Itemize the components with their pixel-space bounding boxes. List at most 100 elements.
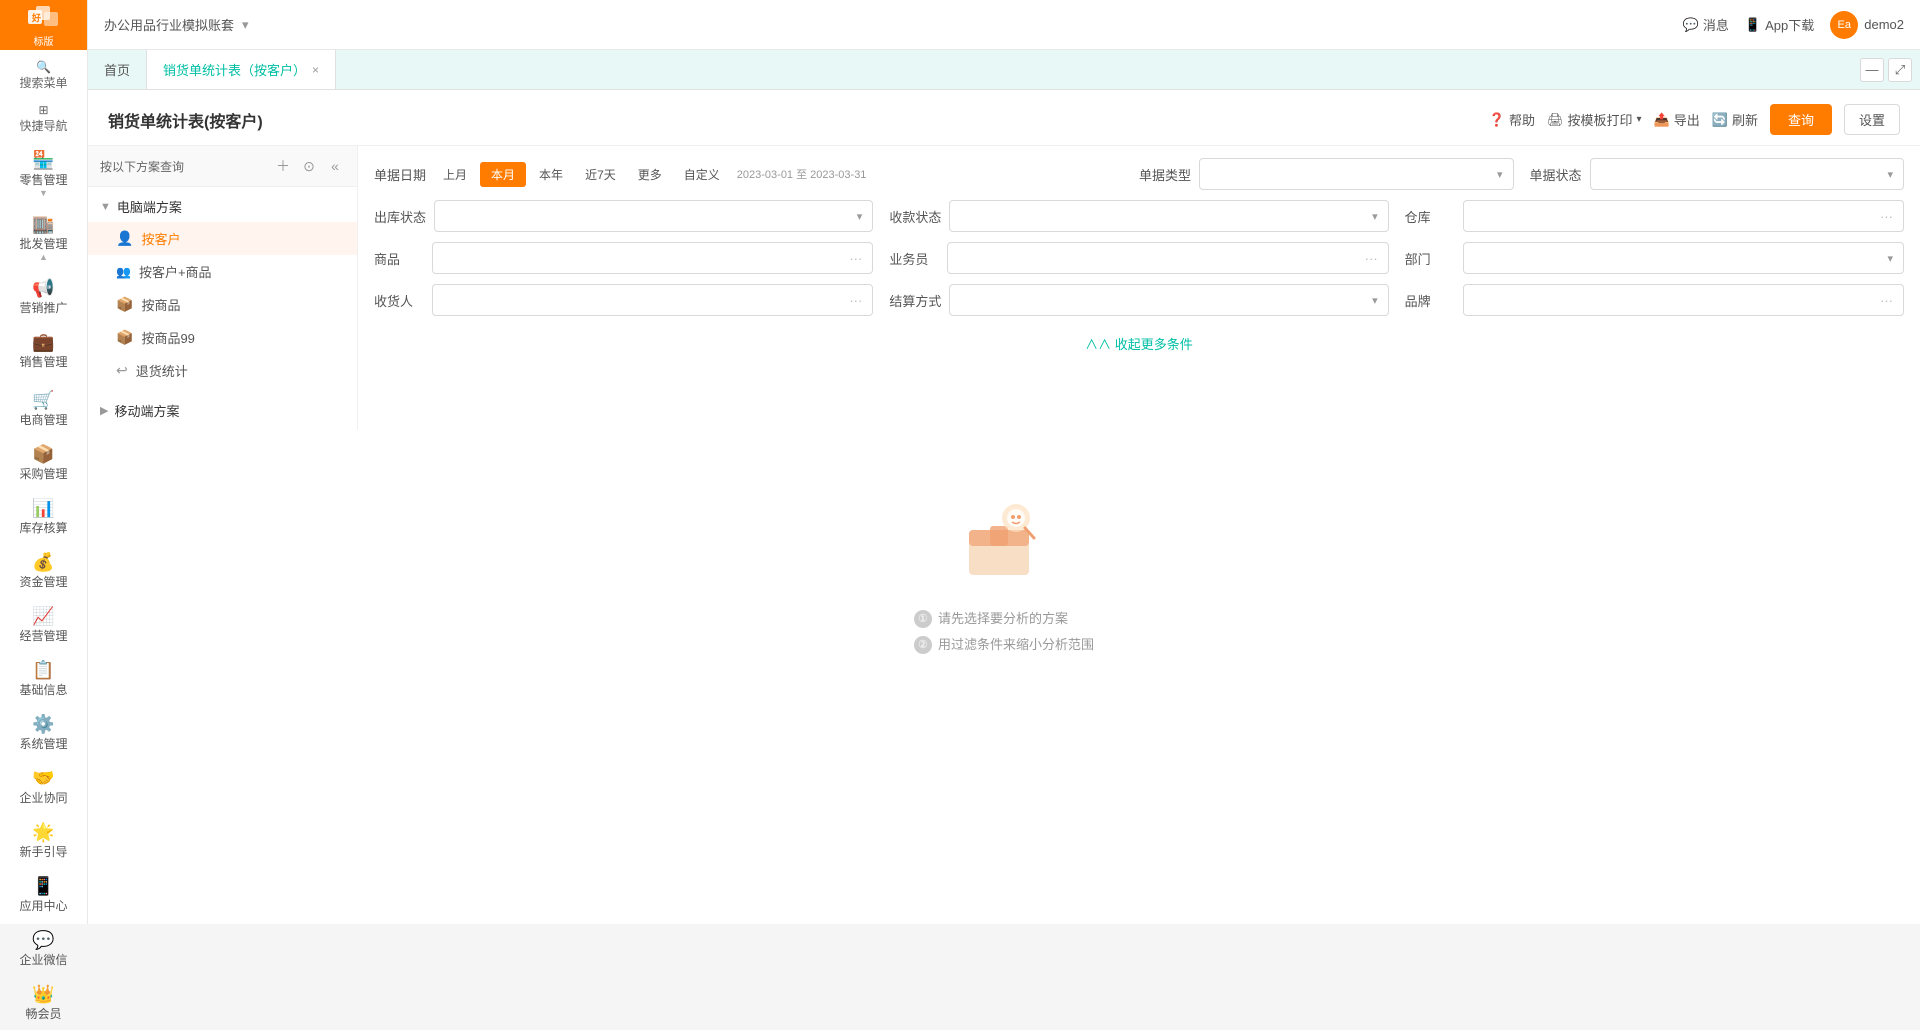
scheme-item-customer-product[interactable]: 👥 按客户+商品	[88, 255, 357, 288]
dept-arrow-icon: ▾	[1887, 252, 1893, 265]
date-btn-this-month[interactable]: 本月	[480, 162, 526, 187]
filter-out-status-item: 出库状态 ▾	[374, 200, 873, 232]
sidebar-wholesale-label: 批发管理	[19, 235, 67, 252]
product-input[interactable]: ···	[432, 242, 873, 274]
payment-dropdown[interactable]: ▾	[949, 284, 1388, 316]
sidebar-item-ecommerce[interactable]: 🛒 电商管理	[0, 382, 87, 436]
user-info[interactable]: Ea demo2	[1830, 11, 1904, 39]
scheme-group-pc-title[interactable]: ▼ 电脑端方案	[88, 191, 357, 222]
date-btn-7days[interactable]: 近7天	[576, 162, 625, 187]
logo-icon: 好	[26, 2, 62, 32]
scheme-item-return-stats[interactable]: ↩ 退货统计	[88, 354, 357, 387]
filter-date-item: 单据日期 上月 本月 本年 近7天 更多 自定义 2023-03-01 至 20…	[374, 162, 1123, 187]
collect-status-dropdown[interactable]: ▾	[949, 200, 1388, 232]
refresh-button[interactable]: 🔄 刷新	[1712, 110, 1758, 129]
help-button[interactable]: ❓ 帮助	[1489, 110, 1535, 129]
scheme-item-product99[interactable]: 📦 按商品99	[88, 321, 357, 354]
app-download-label: App下载	[1765, 15, 1814, 34]
avatar: Ea	[1830, 11, 1858, 39]
finance-icon: 💰	[32, 552, 54, 573]
tab-maximize-button[interactable]: ⤢	[1888, 58, 1912, 82]
filter-doc-type-item: 单据类型 ▾	[1139, 158, 1514, 190]
doc-status-dropdown[interactable]: ▾	[1590, 158, 1904, 190]
product-dots-icon: ···	[849, 251, 862, 266]
sidebar-item-wechat[interactable]: 💬 企业微信	[0, 922, 87, 976]
vip-icon: 👑	[32, 984, 54, 1005]
date-btn-this-year[interactable]: 本年	[530, 162, 572, 187]
industry-dropdown-icon[interactable]: ▾	[242, 17, 249, 33]
scheme-settings-button[interactable]: ⊙	[299, 156, 319, 176]
date-btn-last-month[interactable]: 上月	[434, 162, 476, 187]
template-print-button[interactable]: 🖨 按模板打印 ▾	[1547, 110, 1642, 129]
warehouse-dots-icon: ···	[1880, 209, 1893, 224]
sidebar-item-appcenter[interactable]: 📱 应用中心	[0, 868, 87, 922]
sidebar-item-finance[interactable]: 💰 资金管理	[0, 544, 87, 598]
settings-button[interactable]: 设置	[1844, 104, 1900, 135]
tab-bar-right: — ⤢	[1860, 58, 1920, 82]
date-btn-custom[interactable]: 自定义	[675, 162, 729, 187]
warehouse-input[interactable]: ···	[1463, 200, 1904, 232]
minimize-icon: —	[1866, 62, 1879, 77]
dept-dropdown[interactable]: ▾	[1463, 242, 1904, 274]
sidebar-newbie-label: 新手引导	[19, 843, 67, 860]
scheme-collapse-button[interactable]: «	[325, 156, 345, 176]
receiver-input[interactable]: ···	[432, 284, 873, 316]
sidebar-item-wholesale[interactable]: 🏬 批发管理 ▲	[0, 206, 87, 270]
doc-status-label: 单据状态	[1530, 165, 1582, 184]
sidebar-basic-label: 基础信息	[19, 681, 67, 698]
empty-state-hints: ① 请先选择要分析的方案 ② 用过滤条件来缩小分析范围	[914, 606, 1094, 658]
grid-icon: ⊞	[0, 103, 87, 117]
sidebar-item-basic[interactable]: 📋 基础信息	[0, 652, 87, 706]
wholesale-icon: 🏬	[32, 214, 54, 235]
tab-close-button[interactable]: ×	[312, 63, 319, 77]
out-status-arrow-icon: ▾	[857, 210, 863, 223]
sidebar-inventory-label: 库存核算	[19, 519, 67, 536]
scheme-group-mobile-title[interactable]: ▶ 移动端方案	[88, 395, 357, 426]
sidebar-item-inventory[interactable]: 📊 库存核算	[0, 490, 87, 544]
brand-input[interactable]: ···	[1463, 284, 1904, 316]
tab-minimize-button[interactable]: —	[1860, 58, 1884, 82]
date-btn-more[interactable]: 更多	[629, 162, 671, 187]
scheme-item-by-customer[interactable]: 👤 按客户	[88, 222, 357, 255]
sidebar-item-enterprise[interactable]: 🤝 企业协同	[0, 760, 87, 814]
scheme-add-button[interactable]: ＋	[273, 156, 293, 176]
retail-icon: 🏪	[32, 150, 54, 171]
doc-type-dropdown[interactable]: ▾	[1199, 158, 1513, 190]
mobile-arrow-icon: ▶	[100, 404, 108, 417]
salesperson-label: 业务员	[889, 249, 939, 268]
sidebar-sales-label: 销售管理	[19, 353, 67, 370]
out-status-dropdown[interactable]: ▾	[434, 200, 873, 232]
top-header: 办公用品行业模拟账套 ▾ 💬 消息 📱 App下载 Ea demo2	[88, 0, 1920, 50]
scheme-item-by-product[interactable]: 📦 按商品	[88, 288, 357, 321]
sidebar-item-operations[interactable]: 📈 经营管理	[0, 598, 87, 652]
app-download-button[interactable]: 📱 App下载	[1745, 15, 1814, 34]
sidebar-item-system[interactable]: ⚙️ 系统管理	[0, 706, 87, 760]
tab-active[interactable]: 销货单统计表（按客户） ×	[147, 50, 336, 89]
tab-home[interactable]: 首页	[88, 50, 147, 89]
scheme-group-mobile: ▶ 移动端方案	[88, 391, 357, 430]
salesperson-input[interactable]: ···	[947, 242, 1388, 274]
export-button[interactable]: 📤 导出	[1654, 110, 1700, 129]
collapse-row[interactable]: ∧∧ 收起更多条件	[374, 326, 1904, 361]
date-label: 单据日期	[374, 165, 426, 184]
sidebar-quick-nav[interactable]: ⊞ 快捷导航	[0, 97, 87, 138]
sidebar-item-newbie[interactable]: 🌟 新手引导	[0, 814, 87, 868]
sidebar-search-item[interactable]: 🔍 搜索菜单	[0, 50, 87, 97]
page-content: 销货单统计表(按客户) ❓ 帮助 🖨 按模板打印 ▾ 📤 导出 🔄 刷新	[88, 90, 1920, 924]
message-button[interactable]: 💬 消息	[1683, 15, 1729, 34]
sidebar-item-retail[interactable]: 🏪 零售管理 ▼	[0, 142, 87, 206]
query-button[interactable]: 查询	[1770, 104, 1832, 135]
sidebar-item-purchase[interactable]: 📦 采购管理	[0, 436, 87, 490]
empty-hint-2: ② 用过滤条件来缩小分析范围	[914, 632, 1094, 658]
newbie-icon: 🌟	[32, 822, 54, 843]
sidebar-item-vip[interactable]: 👑 畅会员	[0, 976, 87, 1030]
scheme-item-label-4: 按商品99	[141, 328, 194, 347]
scheme-item-label-2: 按客户+商品	[139, 262, 212, 281]
filter-salesperson-item: 业务员 ···	[889, 242, 1388, 274]
group-arrow-down-icon: ▼	[100, 201, 111, 213]
scheme-item-label-5: 退货统计	[136, 361, 188, 380]
sidebar-system-label: 系统管理	[19, 735, 67, 752]
sidebar-item-sales[interactable]: 💼 销售管理	[0, 324, 87, 378]
top-header-right: 💬 消息 📱 App下载 Ea demo2	[1683, 11, 1904, 39]
sidebar-item-marketing[interactable]: 📢 营销推广	[0, 270, 87, 324]
